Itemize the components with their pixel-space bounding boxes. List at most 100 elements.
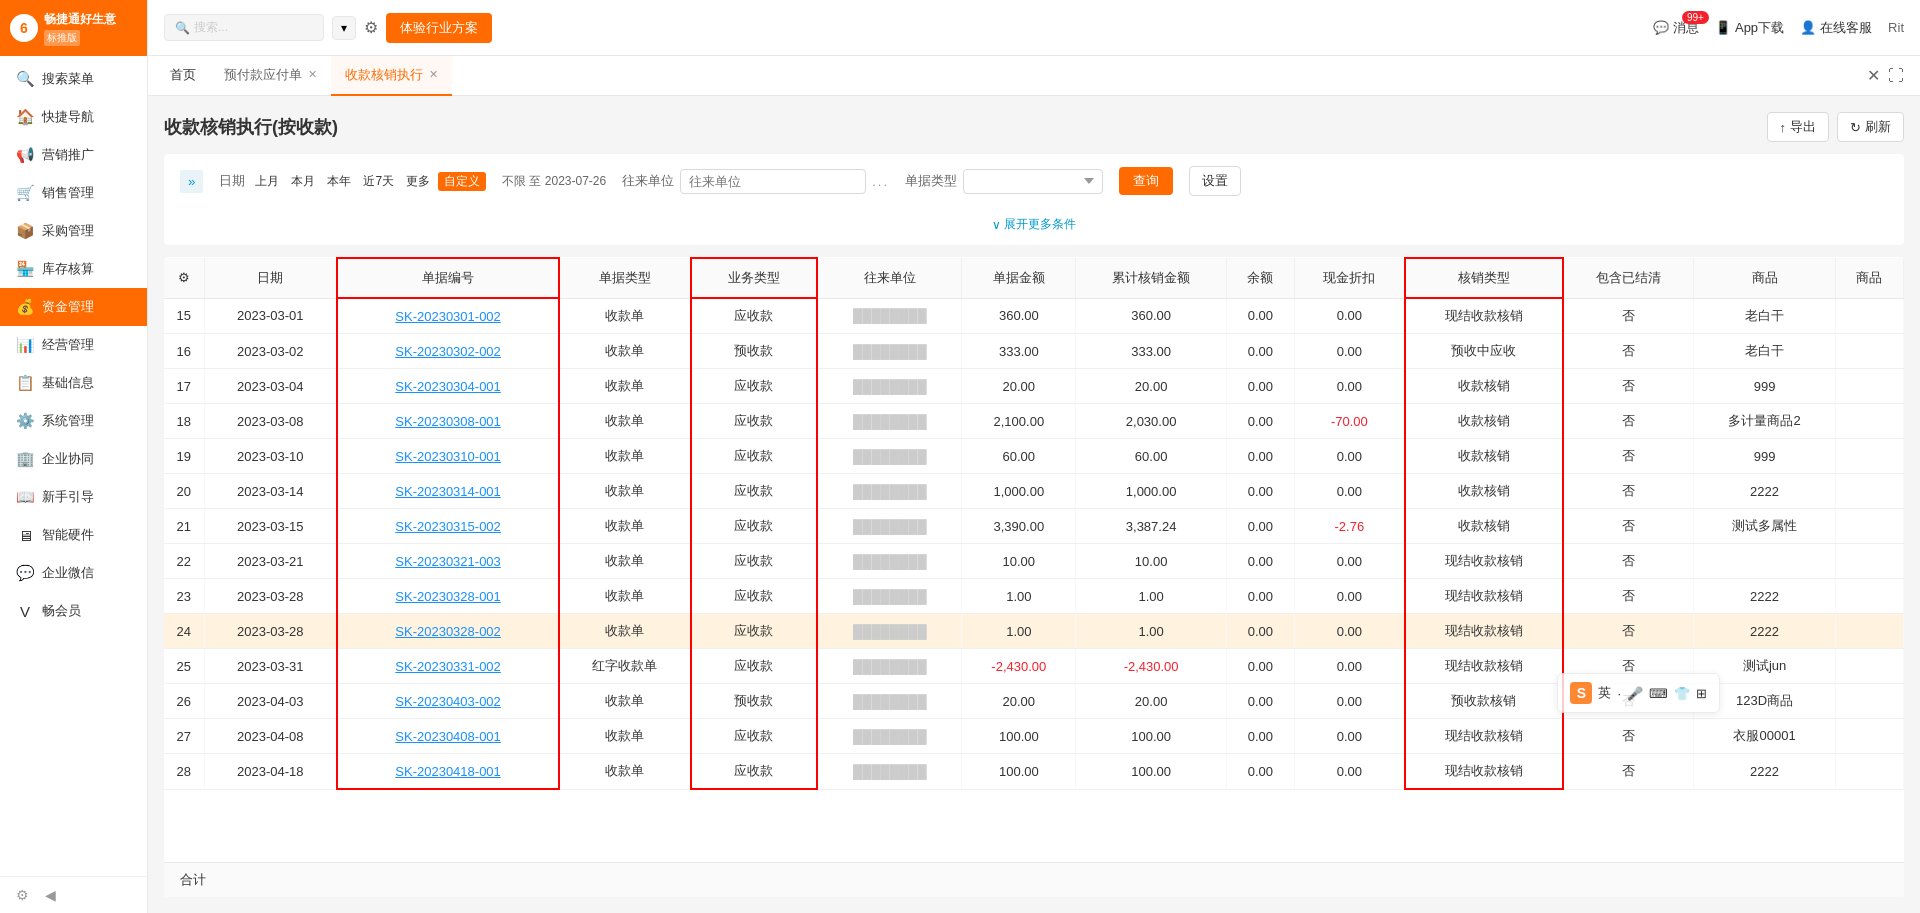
td-num: 23	[164, 579, 204, 614]
topbar-dropdown-btn[interactable]: ▾	[332, 16, 356, 40]
td-product: 测试多属性	[1694, 509, 1835, 544]
td-amount: 100.00	[962, 719, 1076, 754]
topbar-service-btn[interactable]: 👤 在线客服	[1800, 19, 1872, 37]
sidebar-item-member[interactable]: V畅会员	[0, 592, 147, 630]
td-code[interactable]: SK-20230314-001	[337, 474, 559, 509]
td-amount: 3,390.00	[962, 509, 1076, 544]
sidebar-item-purchase[interactable]: 📦采购管理	[0, 212, 147, 250]
td-code[interactable]: SK-20230403-002	[337, 684, 559, 719]
query-btn[interactable]: 查询	[1119, 167, 1173, 195]
receipt-type-select[interactable]	[963, 169, 1103, 194]
sidebar-item-ops[interactable]: 📊经营管理	[0, 326, 147, 364]
td-num: 22	[164, 544, 204, 579]
td-product2	[1835, 649, 1903, 684]
topbar-user[interactable]: Rit	[1888, 20, 1904, 35]
td-receipt-type: 收款单	[559, 544, 691, 579]
sidebar-label-search: 搜索菜单	[42, 70, 94, 88]
td-written-off: 333.00	[1076, 334, 1227, 369]
td-partner: ████████	[817, 649, 962, 684]
sidebar-item-system[interactable]: ⚙️系统管理	[0, 402, 147, 440]
topbar-settings-icon[interactable]: ⚙	[364, 18, 378, 37]
td-num: 17	[164, 369, 204, 404]
table-row: 152023-03-01SK-20230301-002收款单应收款███████…	[164, 298, 1904, 334]
tab-receipts[interactable]: 收款核销执行 ✕	[331, 56, 452, 96]
date-btn-this-year[interactable]: 本年	[323, 171, 355, 192]
td-code[interactable]: SK-20230301-002	[337, 298, 559, 334]
td-biz-type: 应收款	[691, 439, 818, 474]
td-biz-type: 预收款	[691, 334, 818, 369]
td-written-off: 360.00	[1076, 298, 1227, 334]
td-date: 2023-03-01	[204, 298, 337, 334]
filter-toggle-btn[interactable]: »	[180, 170, 203, 193]
td-product: 999	[1694, 369, 1835, 404]
search-menu-icon: 🔍	[16, 70, 34, 88]
sidebar-item-marketing[interactable]: 📢营销推广	[0, 136, 147, 174]
main-table: ⚙ 日期 单据编号 单据类型 业务类型 往来单位 单据金额 累计核销金额 余额 …	[164, 257, 1904, 790]
td-receipt-type: 收款单	[559, 474, 691, 509]
td-code[interactable]: SK-20230302-002	[337, 334, 559, 369]
td-receipt-type: 收款单	[559, 334, 691, 369]
tab-home[interactable]: 首页	[156, 56, 210, 96]
tab-restore-btn[interactable]: ⛶	[1888, 67, 1904, 85]
app-label: App下载	[1735, 19, 1784, 37]
td-verify-type: 预收款核销	[1405, 684, 1563, 719]
td-code[interactable]: SK-20230304-001	[337, 369, 559, 404]
sidebar-item-inventory[interactable]: 🏪库存核算	[0, 250, 147, 288]
tab-prepay[interactable]: 预付款应付单 ✕	[210, 56, 331, 96]
td-code[interactable]: SK-20230331-002	[337, 649, 559, 684]
table-wrapper[interactable]: ⚙ 日期 单据编号 单据类型 业务类型 往来单位 单据金额 累计核销金额 余额 …	[164, 257, 1904, 862]
refresh-btn[interactable]: ↻ 刷新	[1837, 112, 1904, 142]
sidebar-item-sales[interactable]: 🛒销售管理	[0, 174, 147, 212]
page-actions: ↑ 导出 ↻ 刷新	[1767, 112, 1905, 142]
sidebar-item-finance[interactable]: 💰资金管理	[0, 288, 147, 326]
td-date: 2023-04-18	[204, 754, 337, 790]
td-written-off: 100.00	[1076, 719, 1227, 754]
tab-prepay-close-icon[interactable]: ✕	[308, 68, 317, 81]
td-discount: -2.76	[1295, 509, 1405, 544]
topbar-msg-btn[interactable]: 💬 消息 99+	[1653, 19, 1699, 37]
sidebar-item-hardware[interactable]: 🖥智能硬件	[0, 516, 147, 554]
td-code[interactable]: SK-20230328-002	[337, 614, 559, 649]
sidebar-item-search[interactable]: 🔍 搜索菜单	[0, 60, 147, 98]
sidebar-item-guide[interactable]: 📖新手引导	[0, 478, 147, 516]
partner-filter-input[interactable]	[680, 169, 866, 194]
td-written-off: 10.00	[1076, 544, 1227, 579]
logo-icon: 6	[10, 14, 38, 42]
th-code: 单据编号	[337, 258, 559, 298]
tab-close-all-btn[interactable]: ✕	[1867, 66, 1880, 85]
topbar-app-btn[interactable]: 📱 App下载	[1715, 19, 1784, 37]
td-code[interactable]: SK-20230321-003	[337, 544, 559, 579]
settings-col-icon[interactable]: ⚙	[178, 270, 190, 285]
wechat-icon: 💬	[16, 564, 34, 582]
sidebar-item-basic[interactable]: 📋基础信息	[0, 364, 147, 402]
industry-solution-btn[interactable]: 体验行业方案	[386, 13, 492, 43]
basic-icon: 📋	[16, 374, 34, 392]
td-code[interactable]: SK-20230418-001	[337, 754, 559, 790]
sidebar-item-wechat[interactable]: 💬企业微信	[0, 554, 147, 592]
quicknav-icon: 🏠	[16, 108, 34, 126]
date-btn-7days[interactable]: 近7天	[359, 171, 398, 192]
td-product2	[1835, 684, 1903, 719]
sidebar-item-quicknav[interactable]: 🏠快捷导航	[0, 98, 147, 136]
td-partner: ████████	[817, 439, 962, 474]
td-biz-type: 应收款	[691, 614, 818, 649]
settings-btn[interactable]: 设置	[1189, 166, 1241, 196]
table-footer: 合计	[164, 862, 1904, 897]
date-btn-last-month[interactable]: 上月	[251, 171, 283, 192]
td-discount: 0.00	[1295, 579, 1405, 614]
td-code[interactable]: SK-20230315-002	[337, 509, 559, 544]
filter-expand-btn[interactable]: ∨ 展开更多条件	[992, 216, 1076, 233]
td-code[interactable]: SK-20230308-001	[337, 404, 559, 439]
sidebar-settings-icon[interactable]: ⚙	[16, 887, 29, 903]
td-code[interactable]: SK-20230310-001	[337, 439, 559, 474]
export-btn[interactable]: ↑ 导出	[1767, 112, 1830, 142]
td-code[interactable]: SK-20230328-001	[337, 579, 559, 614]
td-code[interactable]: SK-20230408-001	[337, 719, 559, 754]
date-btn-more[interactable]: 更多	[402, 171, 434, 192]
tab-receipts-close-icon[interactable]: ✕	[429, 68, 438, 81]
date-btn-this-month[interactable]: 本月	[287, 171, 319, 192]
td-discount: 0.00	[1295, 439, 1405, 474]
table-row: 192023-03-10SK-20230310-001收款单应收款███████…	[164, 439, 1904, 474]
sidebar-collapse-icon[interactable]: ◀	[45, 887, 56, 903]
sidebar-item-corp[interactable]: 🏢企业协同	[0, 440, 147, 478]
